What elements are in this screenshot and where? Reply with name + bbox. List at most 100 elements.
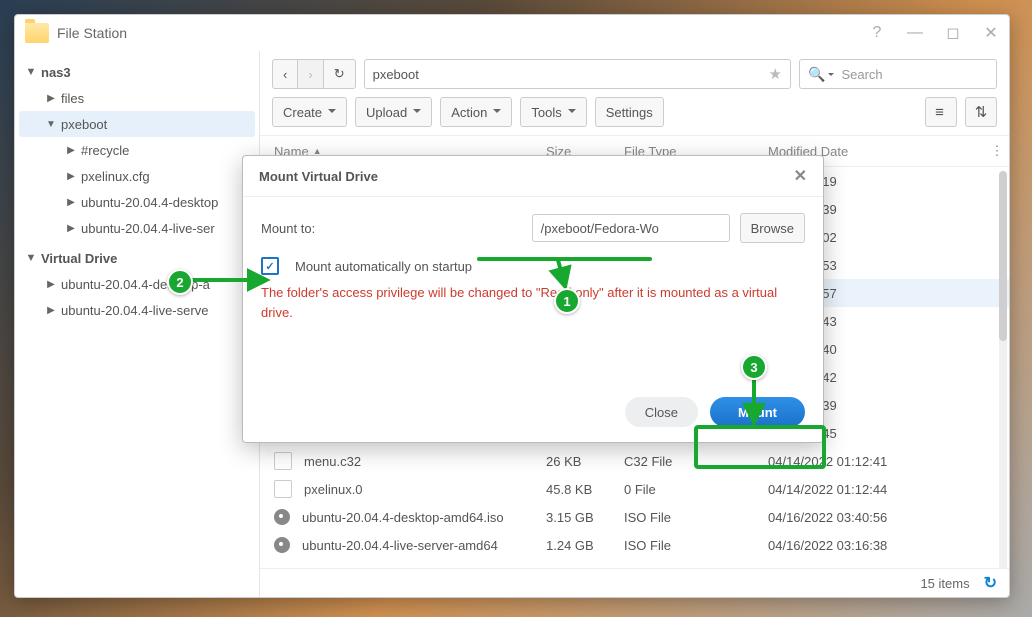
search-input[interactable]: 🔍 Search [799,59,997,89]
file-date: 04/16/2022 03:16:38 [768,538,1009,553]
file-size: 45.8 KB [546,482,624,497]
file-name: ubuntu-20.04.4-live-server-amd64 [302,538,498,553]
tree-item-recycle[interactable]: ▶ #recycle [19,137,255,163]
tree-item-label: ubuntu-20.04.4-desktop [81,195,218,210]
chevron-right-icon: ▶ [45,93,57,104]
file-type: ISO File [624,538,768,553]
table-row[interactable]: ubuntu-20.04.4-desktop-amd64.iso 3.15 GBI… [260,503,1009,531]
view-list-button[interactable]: ≡ [925,97,957,127]
search-icon: 🔍 [808,66,825,83]
path-text: pxeboot [373,67,419,82]
scrollbar[interactable] [999,171,1007,568]
file-type: ISO File [624,510,768,525]
file-date: 04/14/2022 01:12:44 [768,482,1009,497]
help-icon[interactable]: ? [869,25,885,41]
tree-item-label: #recycle [81,143,129,158]
tree-root-virtual-drive[interactable]: ▼ Virtual Drive [19,245,255,271]
file-icon [274,452,292,470]
tree-root-nas3[interactable]: ▼ nas3 [19,59,255,85]
chevron-right-icon: ▶ [45,279,57,290]
status-reload-icon[interactable]: ↻ [984,573,997,593]
file-type: 0 File [624,482,768,497]
minimize-icon[interactable]: — [907,25,923,41]
upload-button[interactable]: Upload [355,97,432,127]
annotation-arrow-2 [190,270,272,290]
tree-item-ubuntu-desktop[interactable]: ▶ ubuntu-20.04.4-desktop [19,189,255,215]
file-name: menu.c32 [304,454,361,469]
chevron-right-icon: ▶ [65,145,77,156]
dialog-header: Mount Virtual Drive ✕ [243,156,823,197]
disc-icon [274,509,290,525]
tree-item-label: ubuntu-20.04.4-live-serve [61,303,208,318]
close-icon[interactable]: ✕ [983,25,999,41]
annotation-arrow-3 [746,378,766,428]
annotation-arrow-1 [548,258,578,292]
tree-item-files[interactable]: ▶ files [19,85,255,111]
tree-item-label: pxelinux.cfg [81,169,150,184]
file-size: 26 KB [546,454,624,469]
search-placeholder: Search [841,67,882,82]
file-name: pxelinux.0 [304,482,363,497]
mount-to-value: /pxeboot/Fedora-Wo [541,221,659,236]
create-button[interactable]: Create [272,97,347,127]
nav-reload-button[interactable]: ↻ [323,59,356,89]
status-count: 15 items [920,576,969,591]
maximize-icon[interactable]: ◻ [945,25,961,41]
chevron-down-icon: ▼ [25,66,37,78]
tree-root-label: Virtual Drive [41,251,117,266]
tree-root-label: nas3 [41,65,71,80]
mount-to-input[interactable]: /pxeboot/Fedora-Wo [532,214,730,242]
action-button[interactable]: Action [440,97,512,127]
window-titlebar: File Station ? — ◻ ✕ [15,15,1009,51]
settings-button[interactable]: Settings [595,97,664,127]
file-size: 3.15 GB [546,510,624,525]
chevron-down-icon: ▼ [45,119,57,130]
tree-item-label: pxeboot [61,117,107,132]
sidebar: ▼ nas3 ▶ files ▼ pxeboot ▶ #recycle ▶ px… [15,51,260,597]
chevron-right-icon: ▶ [65,197,77,208]
path-input[interactable]: pxeboot ★ [364,59,791,89]
tree-item-pxelinux-cfg[interactable]: ▶ pxelinux.cfg [19,163,255,189]
close-button[interactable]: Close [625,397,698,427]
tools-button[interactable]: Tools [520,97,586,127]
file-size: 1.24 GB [546,538,624,553]
nav-back-button[interactable]: ‹ [272,59,298,89]
favorite-star-icon[interactable]: ★ [769,65,782,83]
file-icon [274,480,292,498]
annotation-badge-2: 2 [167,269,193,295]
chevron-right-icon: ▶ [65,171,77,182]
disc-icon [274,537,290,553]
status-bar: 15 items ↻ [260,568,1009,597]
annotation-box-mount [694,425,826,469]
chevron-right-icon: ▶ [65,223,77,234]
file-date: 04/16/2022 03:40:56 [768,510,1009,525]
toolbar-row: Create Upload Action Tools Settings ≡ ⇅ [260,97,1009,135]
chevron-right-icon: ▶ [45,305,57,316]
dialog-close-icon[interactable]: ✕ [794,166,807,186]
sort-button[interactable]: ⇅ [965,97,997,127]
tree-item-ubuntu-live-server[interactable]: ▶ ubuntu-20.04.4-live-ser [19,215,255,241]
window-title: File Station [57,25,127,41]
annotation-badge-3: 3 [741,354,767,380]
mount-virtual-drive-dialog: Mount Virtual Drive ✕ Mount to: /pxeboot… [242,155,824,443]
tree-item-label: ubuntu-20.04.4-live-ser [81,221,215,236]
chevron-down-icon: ▼ [25,252,37,264]
mount-to-label: Mount to: [261,221,431,236]
browse-button[interactable]: Browse [740,213,805,243]
tree-item-label: files [61,91,84,106]
dialog-title: Mount Virtual Drive [259,169,378,184]
table-row[interactable]: menu.c3226 KBC32 File04/14/2022 01:12:41 [260,447,1009,475]
annotation-badge-1: 1 [554,288,580,314]
nav-buttons: ‹ › ↻ [272,59,356,89]
nav-forward-button[interactable]: › [297,59,323,89]
table-row[interactable]: pxelinux.0 45.8 KB0 File04/14/2022 01:12:… [260,475,1009,503]
file-name: ubuntu-20.04.4-desktop-amd64.iso [302,510,504,525]
table-row[interactable]: ubuntu-20.04.4-live-server-amd64 1.24 GBI… [260,531,1009,559]
dialog-warning-text: The folder's access privilege will be ch… [261,283,805,322]
tree-vd-item-2[interactable]: ▶ ubuntu-20.04.4-live-serve [19,297,255,323]
tree-item-pxeboot[interactable]: ▼ pxeboot [19,111,255,137]
col-more-icon[interactable]: ⋮ [985,143,1009,159]
app-icon [25,23,49,43]
auto-mount-label: Mount automatically on startup [295,259,472,274]
nav-row: ‹ › ↻ pxeboot ★ 🔍 Search [260,51,1009,97]
